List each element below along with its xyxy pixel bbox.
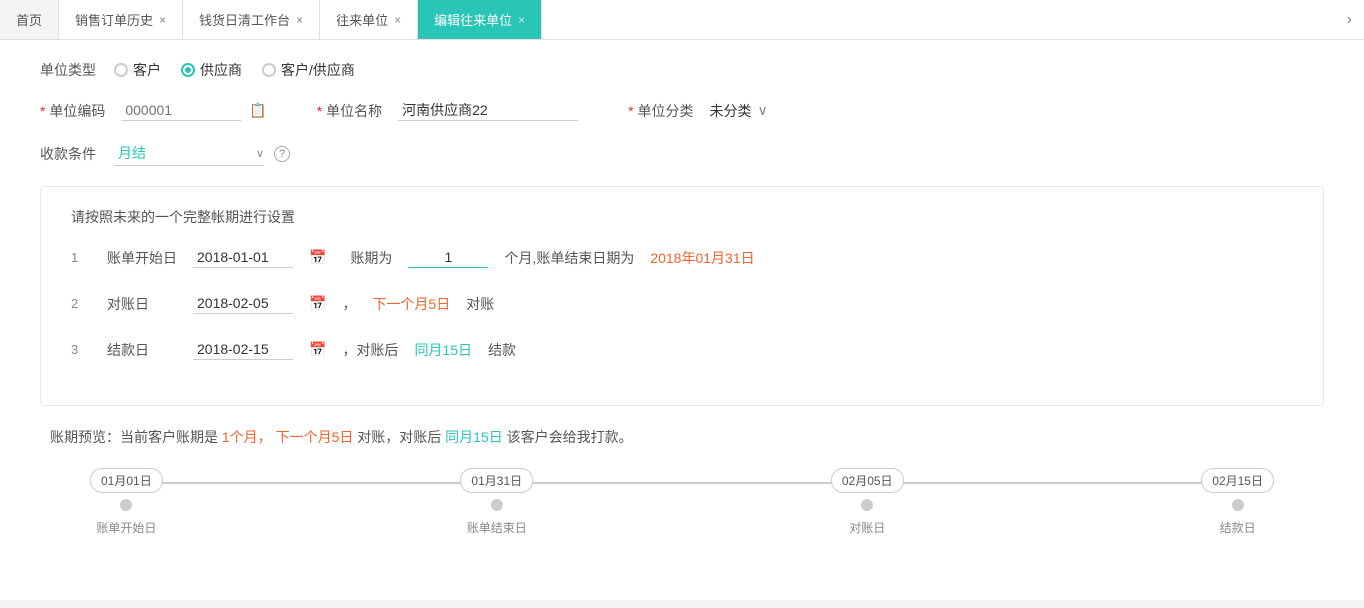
unit-type-radio-group: 客户 供应商 客户/供应商	[114, 60, 355, 80]
unit-name-label: 单位名称	[317, 101, 382, 121]
unit-category-value: 未分类	[709, 101, 751, 121]
suffix2-3: 结款	[488, 340, 516, 360]
node-circle-0	[120, 499, 132, 511]
payment-terms-value: 月结	[114, 141, 256, 165]
unit-code-input[interactable]	[121, 100, 241, 121]
tab-close-partner[interactable]: ×	[394, 13, 401, 27]
timeline-node-2: 02月05日 对账日	[831, 468, 904, 536]
preview-part1: 1个月，	[222, 429, 272, 445]
preview-part3: 对账，对账后	[357, 429, 441, 445]
payment-terms-row: 收款条件 月结 ∨ ?	[40, 141, 1324, 166]
timeline-nodes: 01月01日 账单开始日 01月31日 账单结束日 02月05日 对账日 02月…	[90, 468, 1274, 536]
timeline-node-3: 02月15日 结款日	[1201, 468, 1274, 536]
node-circle-2	[861, 499, 873, 511]
setting-row-3: 3 结款日 📅 ，对账后 同月15日 结款	[71, 339, 1293, 360]
tab-close-sales[interactable]: ×	[159, 13, 166, 27]
preview-prefix: 账期预览：当前客户账期是	[50, 429, 218, 445]
setting-row-2: 2 对账日 📅 ， 下一个月5日 对账	[71, 293, 1293, 314]
unit-fields-row: 单位编码 📋 单位名称 单位分类 未分类 ∨	[40, 100, 1324, 121]
calendar-icon-3[interactable]: 📅	[309, 341, 326, 358]
preview-suffix: 该客户会给我打款。	[507, 429, 633, 445]
unit-category-label: 单位分类	[628, 101, 693, 121]
tab-edit-partner-unit[interactable]: 编辑往来单位 ×	[418, 0, 542, 39]
node-label-1: 账单结束日	[467, 519, 527, 536]
radio-customer-supplier-label: 客户/供应商	[281, 60, 355, 80]
payment-terms-chevron[interactable]: ∨	[256, 147, 264, 160]
tab-close-edit-partner[interactable]: ×	[518, 13, 525, 27]
radio-supplier-label: 供应商	[200, 60, 242, 80]
radio-customer-label: 客户	[133, 60, 161, 80]
node-circle-3	[1232, 499, 1244, 511]
payment-terms-select[interactable]: 月结 ∨	[114, 141, 264, 166]
unit-code-label: 单位编码	[40, 101, 105, 121]
timeline: 01月01日 账单开始日 01月31日 账单结束日 02月05日 对账日 02月…	[50, 468, 1314, 536]
node-date-1: 01月31日	[460, 468, 533, 493]
unit-name-input[interactable]	[398, 100, 578, 121]
node-date-0: 01月01日	[90, 468, 163, 493]
timeline-node-0: 01月01日 账单开始日	[90, 468, 163, 536]
tab-more-button[interactable]: ›	[1335, 11, 1364, 29]
tab-sales-order-history[interactable]: 销售订单历史 ×	[59, 0, 183, 39]
unit-code-icon[interactable]: 📋	[249, 102, 266, 119]
node-date-3: 02月15日	[1201, 468, 1274, 493]
preview-part4: 同月15日	[445, 429, 503, 445]
date-input-2[interactable]	[193, 293, 293, 314]
setting-row-1: 1 账单开始日 📅 账期为 个月,账单结束日期为 2018年01月31日	[71, 247, 1293, 268]
node-label-0: 账单开始日	[96, 519, 156, 536]
suffix-3: ，对账后	[342, 340, 398, 360]
tab-close-cash[interactable]: ×	[296, 13, 303, 27]
row-num-3: 3	[71, 342, 91, 357]
unit-category-chevron[interactable]: ∨	[757, 102, 767, 119]
radio-customer[interactable]: 客户	[114, 60, 161, 80]
node-date-2: 02月05日	[831, 468, 904, 493]
suffix-2: ，	[342, 294, 356, 314]
radio-customer-supplier-circle	[262, 63, 276, 77]
row-label-3: 结款日	[107, 340, 177, 360]
row-label-1: 账单开始日	[107, 248, 177, 268]
help-icon[interactable]: ?	[274, 146, 290, 162]
calendar-icon-1[interactable]: 📅	[309, 249, 326, 266]
preview-text: 账期预览：当前客户账期是 1个月， 下一个月5日 对账，对账后 同月15日 该客…	[50, 426, 1314, 448]
row-num-2: 2	[71, 296, 91, 311]
radio-supplier[interactable]: 供应商	[181, 60, 242, 80]
settings-panel: 请按照未来的一个完整帐期进行设置 1 账单开始日 📅 账期为 个月,账单结束日期…	[40, 186, 1324, 406]
preview-part2: 下一个月5日	[276, 429, 354, 445]
tab-home[interactable]: 首页	[0, 0, 59, 39]
unit-type-label: 单位类型	[40, 60, 96, 80]
main-content: 单位类型 客户 供应商 客户/供应商 单位编码 📋 单位名称	[0, 40, 1364, 600]
preview-section: 账期预览：当前客户账期是 1个月， 下一个月5日 对账，对账后 同月15日 该客…	[40, 426, 1324, 536]
node-circle-1	[491, 499, 503, 511]
date-input-3[interactable]	[193, 339, 293, 360]
unit-code-group: 单位编码 📋	[40, 100, 267, 121]
unit-category-select[interactable]: 未分类 ∨	[709, 101, 829, 121]
highlight-3: 同月15日	[414, 340, 472, 360]
radio-supplier-circle	[181, 63, 195, 77]
radio-customer-supplier[interactable]: 客户/供应商	[262, 60, 355, 80]
period-input[interactable]	[408, 247, 488, 268]
row-label-2: 对账日	[107, 294, 177, 314]
timeline-node-1: 01月31日 账单结束日	[460, 468, 533, 536]
suffix-label-1: 账期为	[350, 248, 392, 268]
unit-category-group: 单位分类 未分类 ∨	[628, 101, 829, 121]
unit-label-1: 个月,账单结束日期为	[504, 248, 634, 268]
node-label-3: 结款日	[1220, 519, 1256, 536]
highlight-date-1: 2018年01月31日	[650, 248, 754, 268]
node-label-2: 对账日	[849, 519, 885, 536]
date-input-1[interactable]	[193, 247, 293, 268]
radio-customer-circle	[114, 63, 128, 77]
payment-terms-label: 收款条件	[40, 144, 96, 164]
suffix2-2: 对账	[466, 294, 494, 314]
tab-partner-unit[interactable]: 往来单位 ×	[320, 0, 418, 39]
unit-type-row: 单位类型 客户 供应商 客户/供应商	[40, 60, 1324, 80]
highlight-2: 下一个月5日	[372, 294, 450, 314]
settings-panel-title: 请按照未来的一个完整帐期进行设置	[71, 207, 1293, 227]
tab-bar: 首页 销售订单历史 × 钱货日清工作台 × 往来单位 × 编辑往来单位 × ›	[0, 0, 1364, 40]
calendar-icon-2[interactable]: 📅	[309, 295, 326, 312]
row-num-1: 1	[71, 250, 91, 265]
tab-cash-work[interactable]: 钱货日清工作台 ×	[183, 0, 320, 39]
unit-name-group: 单位名称	[317, 100, 578, 121]
